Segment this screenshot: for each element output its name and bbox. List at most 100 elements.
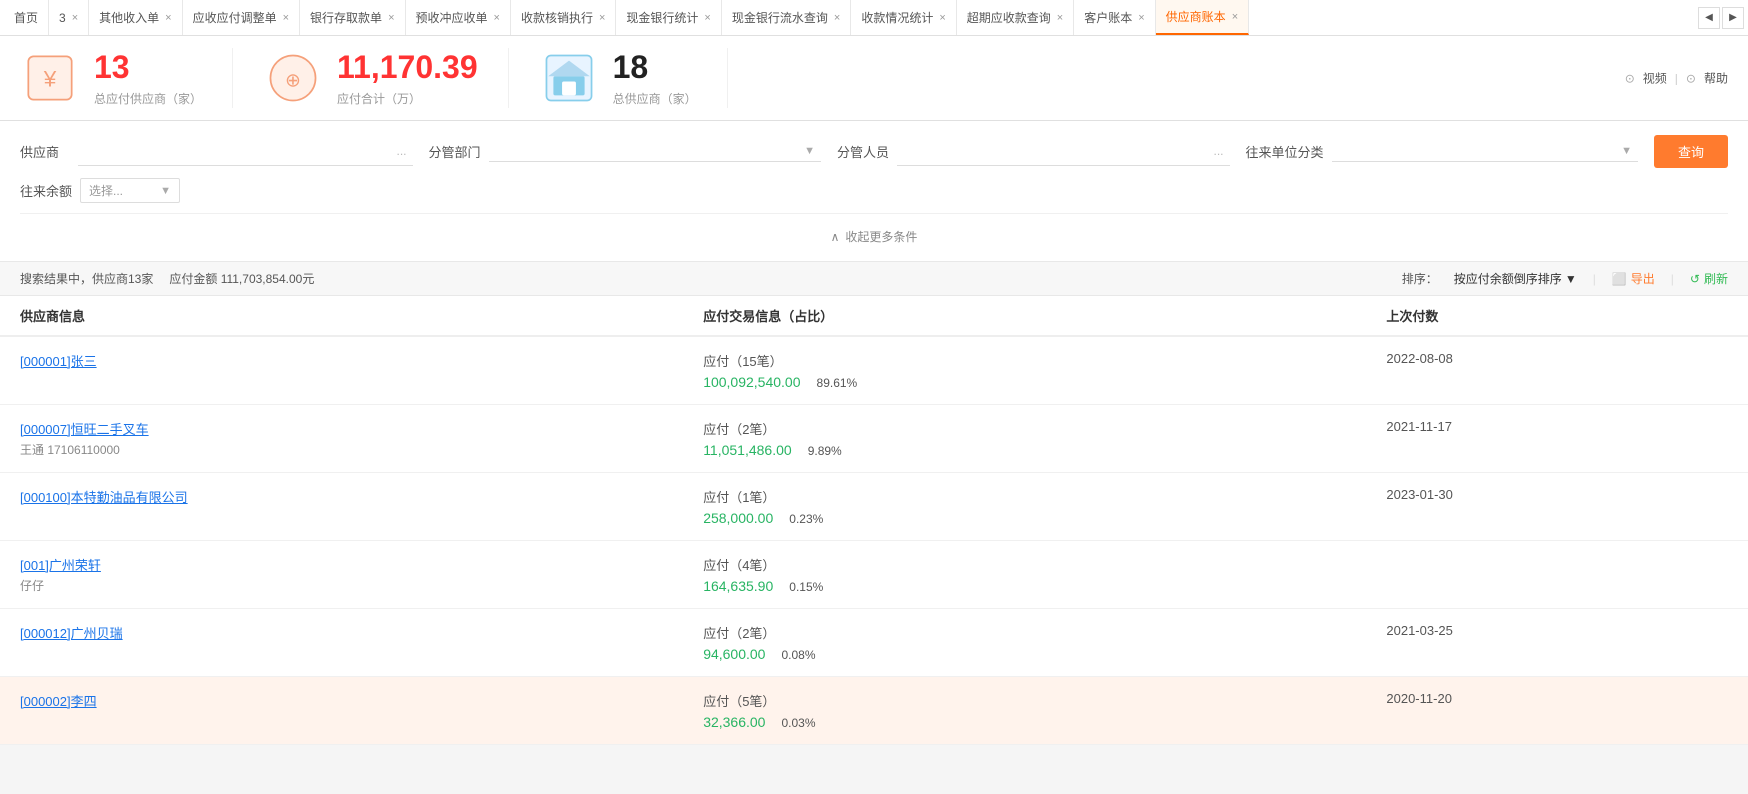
tx-pct-3: 0.23% bbox=[789, 512, 823, 526]
tx-amount-4[interactable]: 164,635.90 bbox=[703, 578, 773, 594]
result-bar: 搜索结果中，供应商13家 应付金额 111,703,854.00元 排序： 按应… bbox=[0, 262, 1748, 296]
close-tab-cash-bank-stat[interactable]: × bbox=[704, 12, 710, 24]
payable-suppliers-label: 总应付供应商（家） bbox=[94, 90, 202, 107]
last-pay-2: 2021-11-17 bbox=[1386, 419, 1728, 434]
table-row: [000002]李四 应付（5笔） 32,366.00 0.03% 2020-1… bbox=[0, 677, 1748, 745]
balance-select[interactable]: 选择... ▼ bbox=[80, 178, 180, 203]
close-tab-pay-verify[interactable]: × bbox=[599, 12, 605, 24]
payable-amount-label: 应付合计（万） bbox=[337, 90, 478, 107]
person-dots-icon[interactable]: ... bbox=[1213, 144, 1223, 158]
filter-balance: 往来余额 选择... ▼ bbox=[20, 178, 240, 203]
stat-total-suppliers: 18 总供应商（家） bbox=[539, 48, 728, 108]
supplier-input[interactable] bbox=[84, 140, 396, 163]
export-button[interactable]: ⬜ 导出 bbox=[1612, 270, 1655, 287]
supplier-link-5[interactable]: [000012]广州贝瑞 bbox=[20, 623, 703, 642]
tx-amount-6[interactable]: 32,366.00 bbox=[703, 714, 765, 730]
last-pay-5: 2021-03-25 bbox=[1386, 623, 1728, 638]
help-link[interactable]: 帮助 bbox=[1704, 70, 1728, 87]
close-tab-cash-bank-flow[interactable]: × bbox=[834, 12, 840, 24]
nav-tab-pay-verify[interactable]: 收款核销执行 × bbox=[511, 0, 616, 35]
supplier-info-4: [001]广州荣轩 仔仔 bbox=[20, 555, 703, 594]
nav-tab-customer-account[interactable]: 客户账本 × bbox=[1074, 0, 1155, 35]
table-header: 供应商信息 应付交易信息（占比） 上次付数 bbox=[0, 296, 1748, 337]
nav-tab-supplier-account[interactable]: 供应商账本 × bbox=[1156, 0, 1249, 35]
supplier-link-1[interactable]: [000001]张三 bbox=[20, 351, 703, 370]
collapse-button[interactable]: ∧ 收起更多条件 bbox=[831, 222, 918, 251]
stat-payable-amount: ⊕ 11,170.39 应付合计（万） bbox=[263, 48, 509, 108]
nav-tab-cash-bank-flow[interactable]: 现金银行流水查询 × bbox=[722, 0, 851, 35]
tx-amount-5[interactable]: 94,600.00 bbox=[703, 646, 765, 662]
tx-amount-2[interactable]: 11,051,486.00 bbox=[703, 442, 792, 458]
tx-row-5: 94,600.00 0.08% bbox=[703, 642, 1386, 662]
person-input[interactable] bbox=[903, 140, 1213, 163]
close-tab-advance-pay[interactable]: × bbox=[494, 12, 500, 24]
nav-tab-3[interactable]: 3 × bbox=[49, 0, 89, 35]
close-tab-supplier-account[interactable]: × bbox=[1232, 11, 1238, 23]
search-button[interactable]: 查询 bbox=[1654, 135, 1728, 168]
supplier-link-6[interactable]: [000002]李四 bbox=[20, 691, 703, 710]
tx-info-5: 应付（2笔） 94,600.00 0.08% bbox=[703, 623, 1386, 662]
category-select[interactable]: ▼ bbox=[1332, 141, 1638, 162]
close-tab-pay-situation[interactable]: × bbox=[939, 12, 945, 24]
close-tab-ar-adjust[interactable]: × bbox=[283, 12, 289, 24]
supplier-link-2[interactable]: [000007]恒旺二手叉车 bbox=[20, 419, 703, 438]
close-tab-customer-account[interactable]: × bbox=[1138, 12, 1144, 24]
nav-tab-ar-adjust[interactable]: 应收应付调整单 × bbox=[183, 0, 300, 35]
grain-icon: ⊕ bbox=[263, 48, 323, 108]
tx-amount-3[interactable]: 258,000.00 bbox=[703, 510, 773, 526]
supplier-sub-4: 仔仔 bbox=[20, 577, 703, 594]
close-tab-3[interactable]: × bbox=[72, 12, 78, 24]
tx-info-3: 应付（1笔） 258,000.00 0.23% bbox=[703, 487, 1386, 526]
tx-row-1: 100,092,540.00 89.61% bbox=[703, 370, 1386, 390]
nav-arrows: ◀ ▶ bbox=[1698, 7, 1744, 29]
balance-arrow-icon: ▼ bbox=[160, 185, 171, 197]
person-label: 分管人员 bbox=[837, 142, 889, 161]
supplier-info-1: [000001]张三 bbox=[20, 351, 703, 370]
link-divider: | bbox=[1675, 71, 1678, 85]
total-suppliers-label: 总供应商（家） bbox=[613, 90, 697, 107]
supplier-link-4[interactable]: [001]广州荣轩 bbox=[20, 555, 703, 574]
filter-supplier: 供应商 ... bbox=[20, 138, 413, 166]
nav-prev-button[interactable]: ◀ bbox=[1698, 7, 1720, 29]
nav-next-button[interactable]: ▶ bbox=[1722, 7, 1744, 29]
refresh-label: 刷新 bbox=[1704, 270, 1728, 287]
nav-tab-advance-pay[interactable]: 预收冲应收单 × bbox=[406, 0, 511, 35]
tx-row-4: 164,635.90 0.15% bbox=[703, 574, 1386, 594]
refresh-button[interactable]: ↺ 刷新 bbox=[1690, 270, 1728, 287]
col-header-supplier: 供应商信息 bbox=[20, 306, 703, 325]
payable-suppliers-count: 13 bbox=[94, 49, 202, 86]
video-link[interactable]: 视频 bbox=[1643, 70, 1667, 87]
nav-tab-other-income[interactable]: 其他收入单 × bbox=[89, 0, 182, 35]
nav-tab-bank-deposit[interactable]: 银行存取款单 × bbox=[300, 0, 405, 35]
nav-tab-cash-bank-stat[interactable]: 现金银行统计 × bbox=[616, 0, 721, 35]
department-select[interactable]: ▼ bbox=[489, 141, 821, 162]
tx-info-4: 应付（4笔） 164,635.90 0.15% bbox=[703, 555, 1386, 594]
tx-amount-1[interactable]: 100,092,540.00 bbox=[703, 374, 800, 390]
refresh-icon: ↺ bbox=[1690, 272, 1700, 286]
close-tab-overdue-query[interactable]: × bbox=[1057, 12, 1063, 24]
sort-button[interactable]: 按应付余额倒序排序 ▼ bbox=[1454, 270, 1577, 287]
supplier-label: 供应商 bbox=[20, 142, 70, 161]
close-tab-other-income[interactable]: × bbox=[165, 12, 171, 24]
nav-tab-pay-situation[interactable]: 收款情况统计 × bbox=[851, 0, 956, 35]
supplier-input-wrapper[interactable]: ... bbox=[78, 138, 413, 166]
person-input-wrapper[interactable]: ... bbox=[897, 138, 1229, 166]
tx-label-4: 应付（4笔） bbox=[703, 555, 1386, 574]
tx-label-6: 应付（5笔） bbox=[703, 691, 1386, 710]
department-arrow-icon: ▼ bbox=[804, 145, 815, 157]
balance-label: 往来余额 bbox=[20, 181, 72, 200]
stat-payable-amount-text: 11,170.39 应付合计（万） bbox=[337, 49, 478, 107]
supplier-link-3[interactable]: [000100]本特勤油品有限公司 bbox=[20, 487, 703, 506]
result-amount-text: 应付金额 111,703,854.00元 bbox=[169, 270, 314, 287]
col-header-tx: 应付交易信息（占比） bbox=[703, 306, 1386, 325]
stat-payable-suppliers-text: 13 总应付供应商（家） bbox=[94, 49, 202, 107]
last-pay-6: 2020-11-20 bbox=[1386, 691, 1728, 706]
top-right-links: ⊙ 视频 | ⊙ 帮助 bbox=[1625, 70, 1728, 87]
close-tab-bank-deposit[interactable]: × bbox=[388, 12, 394, 24]
nav-tab-overdue-query[interactable]: 超期应收款查询 × bbox=[957, 0, 1074, 35]
supplier-dots-icon[interactable]: ... bbox=[396, 144, 406, 158]
tx-label-2: 应付（2笔） bbox=[703, 419, 1386, 438]
help-icon: ⊙ bbox=[1686, 71, 1696, 85]
nav-tab-home[interactable]: 首页 bbox=[4, 0, 49, 35]
separator2: | bbox=[1671, 272, 1674, 286]
